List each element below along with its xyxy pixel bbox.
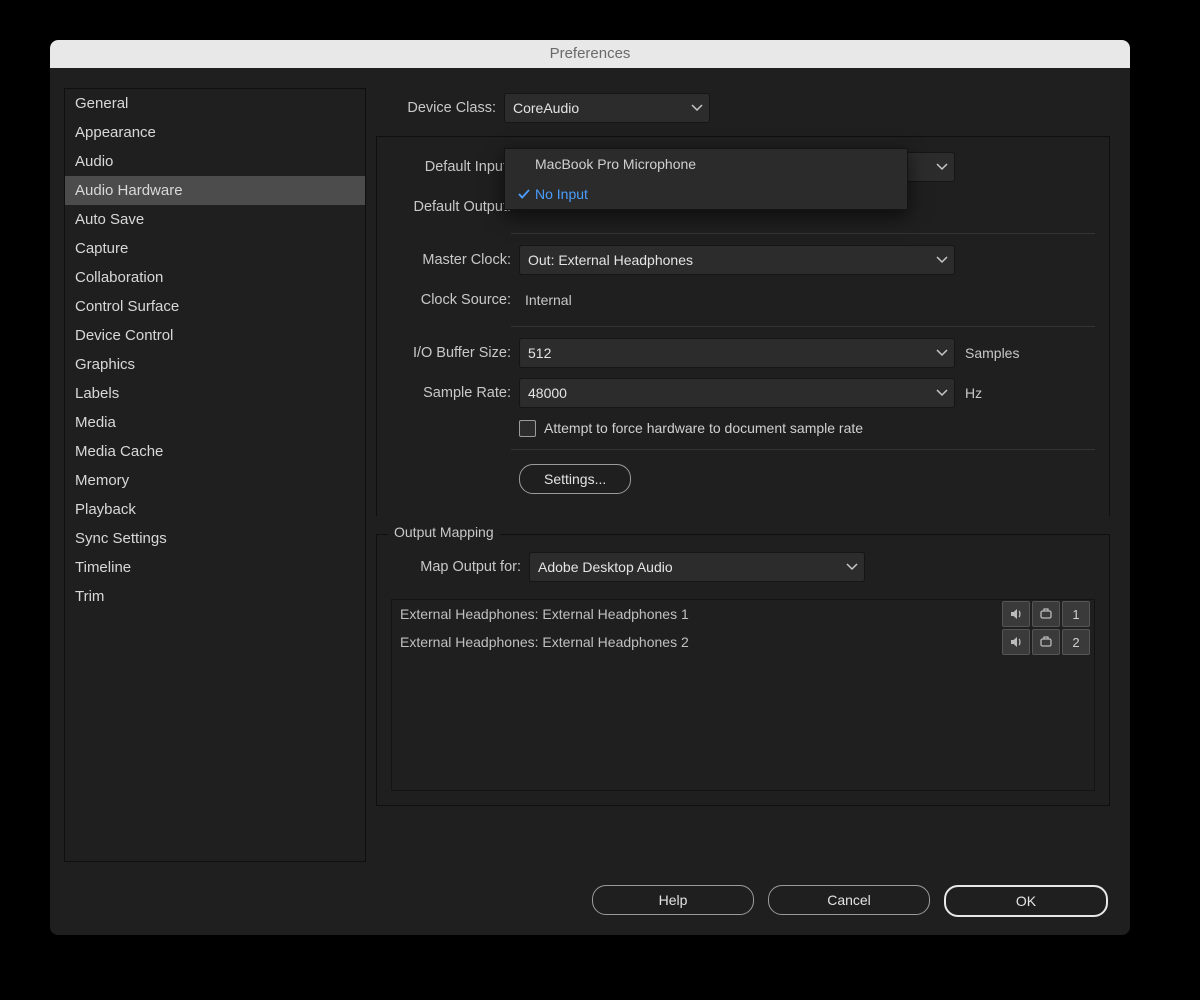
window-title: Preferences: [50, 40, 1130, 68]
sidebar-item-graphics[interactable]: Graphics: [65, 350, 365, 379]
sidebar-item-device-control[interactable]: Device Control: [65, 321, 365, 350]
samples-label: Samples: [965, 345, 1019, 361]
sidebar-item-media-cache[interactable]: Media Cache: [65, 437, 365, 466]
sidebar-item-sync-settings[interactable]: Sync Settings: [65, 524, 365, 553]
output-mapping-label: External Headphones: External Headphones…: [400, 634, 1002, 650]
force-sample-rate-checkbox[interactable]: [519, 420, 536, 437]
device-class-label: Device Class:: [376, 100, 504, 116]
link-icon[interactable]: [1032, 601, 1060, 627]
output-mapping-label: External Headphones: External Headphones…: [400, 606, 1002, 622]
link-icon[interactable]: [1032, 629, 1060, 655]
preferences-window: Preferences GeneralAppearanceAudioAudio …: [50, 40, 1130, 935]
menu-item[interactable]: MacBook Pro Microphone: [505, 149, 907, 179]
output-mapping-row: External Headphones: External Headphones…: [392, 628, 1094, 656]
sidebar: GeneralAppearanceAudioAudio HardwareAuto…: [50, 68, 366, 935]
channel-number[interactable]: 2: [1062, 629, 1090, 655]
sidebar-item-trim[interactable]: Trim: [65, 582, 365, 611]
speaker-icon[interactable]: [1002, 601, 1030, 627]
sidebar-item-collaboration[interactable]: Collaboration: [65, 263, 365, 292]
sidebar-item-control-surface[interactable]: Control Surface: [65, 292, 365, 321]
default-output-label: Default Output:: [391, 199, 519, 215]
force-sample-rate-label: Attempt to force hardware to document sa…: [544, 420, 863, 436]
sidebar-item-labels[interactable]: Labels: [65, 379, 365, 408]
help-button[interactable]: Help: [592, 885, 754, 915]
device-class-dropdown[interactable]: CoreAudio: [504, 93, 710, 123]
sample-rate-dropdown[interactable]: 48000: [519, 378, 955, 408]
io-buffer-label: I/O Buffer Size:: [391, 345, 519, 361]
speaker-icon[interactable]: [1002, 629, 1030, 655]
menu-item-label: MacBook Pro Microphone: [535, 156, 696, 172]
sidebar-item-media[interactable]: Media: [65, 408, 365, 437]
master-clock-dropdown[interactable]: Out: External Headphones: [519, 245, 955, 275]
menu-item[interactable]: No Input: [505, 179, 907, 209]
map-output-for-label: Map Output for:: [391, 559, 529, 575]
sidebar-item-memory[interactable]: Memory: [65, 466, 365, 495]
check-icon: [513, 187, 535, 201]
sidebar-item-audio[interactable]: Audio: [65, 147, 365, 176]
output-mapping-row: External Headphones: External Headphones…: [392, 600, 1094, 628]
ok-button[interactable]: OK: [944, 885, 1108, 917]
sidebar-item-auto-save[interactable]: Auto Save: [65, 205, 365, 234]
output-mapping-title: Output Mapping: [388, 524, 500, 540]
clock-source-value: Internal: [519, 292, 572, 308]
io-buffer-dropdown[interactable]: 512: [519, 338, 955, 368]
chevron-down-icon: [936, 388, 948, 398]
channel-number[interactable]: 1: [1062, 601, 1090, 627]
sidebar-item-general[interactable]: General: [65, 89, 365, 118]
hz-label: Hz: [965, 385, 982, 401]
sidebar-item-playback[interactable]: Playback: [65, 495, 365, 524]
chevron-down-icon: [691, 103, 703, 113]
output-mapping-list: External Headphones: External Headphones…: [391, 599, 1095, 791]
sidebar-item-timeline[interactable]: Timeline: [65, 553, 365, 582]
menu-item-label: No Input: [535, 186, 588, 202]
settings-button[interactable]: Settings...: [519, 464, 631, 494]
clock-source-label: Clock Source:: [391, 292, 519, 308]
cancel-button[interactable]: Cancel: [768, 885, 930, 915]
sidebar-item-appearance[interactable]: Appearance: [65, 118, 365, 147]
sample-rate-label: Sample Rate:: [391, 385, 519, 401]
chevron-down-icon: [846, 562, 858, 572]
default-input-label: Default Input:: [391, 159, 519, 175]
sidebar-item-audio-hardware[interactable]: Audio Hardware: [65, 176, 365, 205]
sidebar-item-capture[interactable]: Capture: [65, 234, 365, 263]
main-panel: Device Class: CoreAudio Default Input: N…: [366, 68, 1130, 935]
chevron-down-icon: [936, 162, 948, 172]
master-clock-label: Master Clock:: [391, 252, 519, 268]
map-output-for-dropdown[interactable]: Adobe Desktop Audio: [529, 552, 865, 582]
chevron-down-icon: [936, 348, 948, 358]
chevron-down-icon: [936, 255, 948, 265]
default-input-menu: MacBook Pro Microphone No Input: [504, 148, 908, 210]
